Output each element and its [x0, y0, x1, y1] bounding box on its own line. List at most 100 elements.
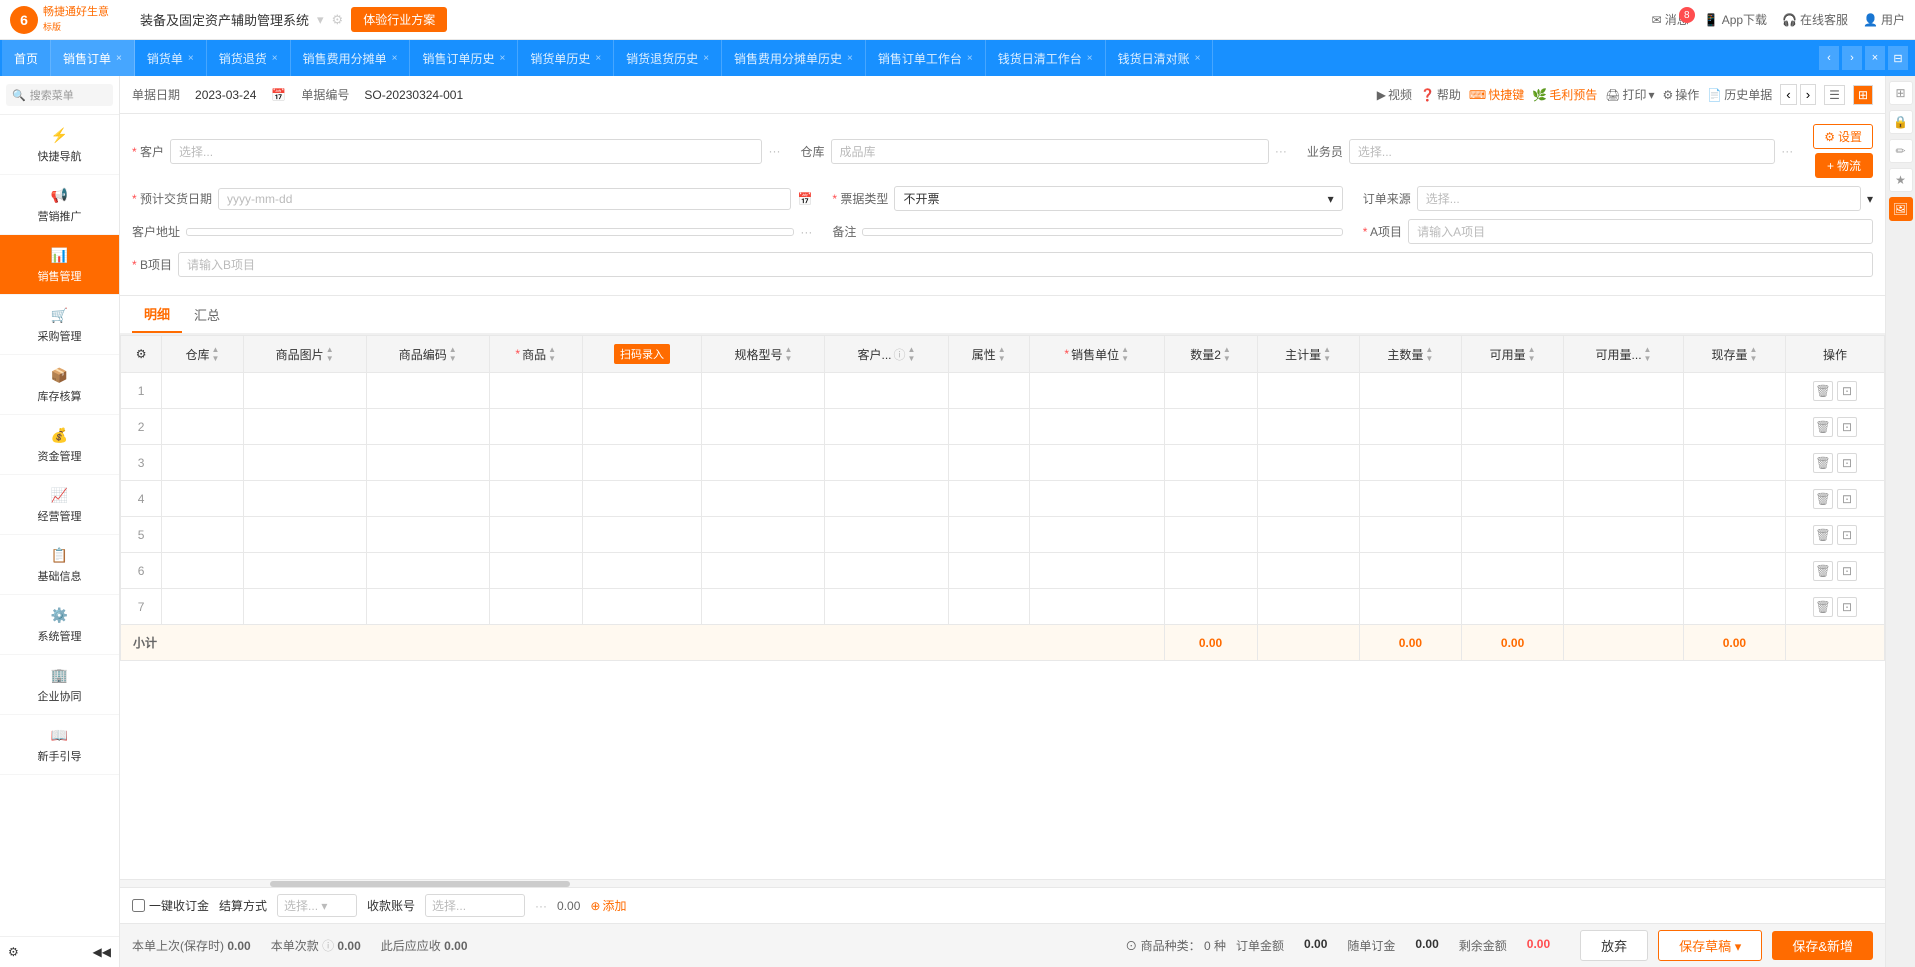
- row-6-property[interactable]: [948, 553, 1029, 589]
- row-2-image[interactable]: [243, 409, 366, 445]
- copy-row-btn[interactable]: ⊡: [1837, 453, 1857, 473]
- row-4-code[interactable]: [366, 481, 489, 517]
- scan-btn[interactable]: 扫码录入: [614, 344, 670, 364]
- calendar2-icon[interactable]: 📅: [797, 192, 812, 206]
- warehouse-input[interactable]: 成品库: [831, 139, 1269, 164]
- row-5-main-qty[interactable]: [1359, 517, 1461, 553]
- ticket-select[interactable]: 不开票 ▾: [894, 186, 1342, 211]
- search-menu-btn[interactable]: 🔍 搜索菜单: [6, 84, 113, 106]
- remark-input[interactable]: [862, 228, 1342, 236]
- row-3-qty2[interactable]: [1164, 445, 1257, 481]
- one-click-checkbox[interactable]: 一键收订金: [132, 897, 209, 914]
- app-download-btn[interactable]: 📱 App下载: [1704, 11, 1767, 28]
- one-click-checkbox-input[interactable]: [132, 899, 145, 912]
- nav-next-btn[interactable]: ›: [1842, 46, 1862, 70]
- warehouse-more-btn[interactable]: ···: [1275, 144, 1287, 158]
- row-6-qty2[interactable]: [1164, 553, 1257, 589]
- close-tab-icon[interactable]: ×: [1087, 53, 1093, 64]
- row-3-image[interactable]: [243, 445, 366, 481]
- row-1-product[interactable]: [489, 373, 582, 409]
- close-tab-icon[interactable]: ×: [595, 53, 601, 64]
- account-more-btn[interactable]: ···: [535, 899, 547, 913]
- close-tab-icon[interactable]: ×: [116, 53, 122, 64]
- row-7-unit[interactable]: [1029, 589, 1164, 625]
- delete-row-btn[interactable]: 🗑: [1813, 561, 1833, 581]
- row-6-code[interactable]: [366, 553, 489, 589]
- row-4-unit[interactable]: [1029, 481, 1164, 517]
- user-avatar[interactable]: 👤 用户: [1863, 11, 1905, 28]
- save-new-btn[interactable]: 保存&新增: [1772, 931, 1873, 960]
- row-4-main-qty[interactable]: [1359, 481, 1461, 517]
- right-panel-icon-1[interactable]: ⊞: [1889, 81, 1913, 105]
- nav-close-btn[interactable]: ×: [1865, 46, 1885, 70]
- settings-icon[interactable]: ⚙: [332, 12, 344, 28]
- row-5-spec[interactable]: [702, 517, 825, 553]
- row-7-qty2[interactable]: [1164, 589, 1257, 625]
- row-6-unit[interactable]: [1029, 553, 1164, 589]
- right-panel-icon-3[interactable]: ✏: [1889, 139, 1913, 163]
- salesperson-more-btn[interactable]: ···: [1781, 144, 1793, 158]
- row-1-image[interactable]: [243, 373, 366, 409]
- row-7-warehouse[interactable]: [162, 589, 243, 625]
- row-7-product[interactable]: [489, 589, 582, 625]
- delete-row-btn[interactable]: 🗑: [1813, 525, 1833, 545]
- th-settings[interactable]: ⚙: [121, 336, 162, 373]
- row-5-customer-code[interactable]: [825, 517, 948, 553]
- customer-input[interactable]: 选择...: [170, 139, 762, 164]
- tab-detail[interactable]: 明细: [132, 296, 182, 333]
- tab-sales-order[interactable]: 销售订单 ×: [51, 40, 135, 76]
- row-2-unit[interactable]: [1029, 409, 1164, 445]
- payment-method-select[interactable]: 选择... ▾: [277, 894, 357, 917]
- sidebar-item-enterprise[interactable]: 🏢 企业协同: [0, 655, 119, 715]
- delete-row-btn[interactable]: 🗑: [1813, 597, 1833, 617]
- sidebar-item-system[interactable]: ⚙️ 系统管理: [0, 595, 119, 655]
- row-5-property[interactable]: [948, 517, 1029, 553]
- row-3-main-unit[interactable]: [1257, 445, 1359, 481]
- add-goods-btn[interactable]: + 物流: [1815, 153, 1873, 178]
- sidebar-item-guide[interactable]: 📖 新手引导: [0, 715, 119, 775]
- close-tab-icon[interactable]: ×: [499, 53, 505, 64]
- row-6-image[interactable]: [243, 553, 366, 589]
- right-panel-icon-5[interactable]: 🖼: [1889, 197, 1913, 221]
- tab-return-history[interactable]: 销货退货历史 ×: [614, 40, 722, 76]
- next-record-btn[interactable]: ›: [1800, 84, 1816, 105]
- date-value[interactable]: 2023-03-24: [195, 88, 256, 102]
- row-2-product[interactable]: [489, 409, 582, 445]
- delete-row-btn[interactable]: 🗑: [1813, 453, 1833, 473]
- sidebar-item-sales[interactable]: 📊 销售管理: [0, 235, 119, 295]
- right-panel-icon-2[interactable]: 🔒: [1889, 110, 1913, 134]
- tab-home[interactable]: 首页: [2, 40, 51, 76]
- row-4-qty2[interactable]: [1164, 481, 1257, 517]
- row-2-code[interactable]: [366, 409, 489, 445]
- address-input[interactable]: [186, 228, 794, 236]
- sidebar-item-quick-nav[interactable]: ⚡ 快捷导航: [0, 115, 119, 175]
- table-scrollbar[interactable]: [120, 879, 1885, 887]
- row-3-code[interactable]: [366, 445, 489, 481]
- row-4-spec[interactable]: [702, 481, 825, 517]
- add-link[interactable]: ⊕ 添加: [590, 897, 626, 914]
- row-1-main-qty[interactable]: [1359, 373, 1461, 409]
- sidebar-item-operation[interactable]: 📈 经营管理: [0, 475, 119, 535]
- history-link[interactable]: 📄 历史单据: [1707, 86, 1772, 103]
- calendar-icon[interactable]: 📅: [271, 88, 286, 102]
- copy-row-btn[interactable]: ⊡: [1837, 525, 1857, 545]
- row-4-main-unit[interactable]: [1257, 481, 1359, 517]
- row-1-code[interactable]: [366, 373, 489, 409]
- sidebar-item-finance[interactable]: 💰 资金管理: [0, 415, 119, 475]
- solution-button[interactable]: 体验行业方案: [351, 7, 447, 32]
- delete-row-btn[interactable]: 🗑: [1813, 489, 1833, 509]
- sidebar-item-marketing[interactable]: 📢 营销推广: [0, 175, 119, 235]
- row-7-main-unit[interactable]: [1257, 589, 1359, 625]
- help-link[interactable]: ❓ 帮助: [1420, 86, 1461, 103]
- copy-row-btn[interactable]: ⊡: [1837, 381, 1857, 401]
- tab-daily-workbench[interactable]: 钱货日清工作台 ×: [986, 40, 1106, 76]
- row-3-spec[interactable]: [702, 445, 825, 481]
- row-6-warehouse[interactable]: [162, 553, 243, 589]
- row-7-spec[interactable]: [702, 589, 825, 625]
- row-5-code[interactable]: [366, 517, 489, 553]
- row-2-qty2[interactable]: [1164, 409, 1257, 445]
- close-tab-icon[interactable]: ×: [703, 53, 709, 64]
- delete-row-btn[interactable]: 🗑: [1813, 381, 1833, 401]
- sidebar-settings-icon[interactable]: ⚙: [8, 945, 19, 959]
- order-source-input[interactable]: 选择...: [1417, 186, 1861, 211]
